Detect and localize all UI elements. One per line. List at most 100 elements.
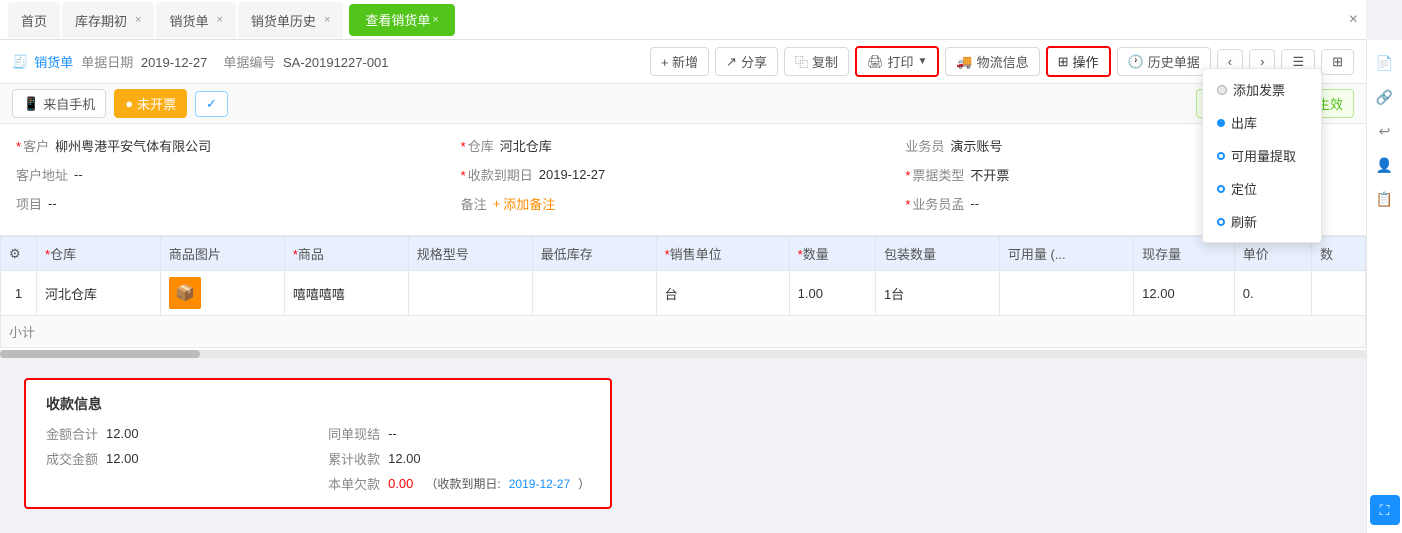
tab-home[interactable]: 首页 [8, 2, 60, 38]
sidebar-icon-3[interactable]: ↩ [1370, 116, 1400, 146]
tab-inventory-close[interactable]: × [135, 14, 141, 26]
doc-title: 🧾 销货单 [12, 52, 73, 71]
ticket-value: 不开票 [970, 165, 1009, 184]
row-spec [408, 271, 532, 316]
total-amount-row: 金额合计 12.00 [46, 424, 308, 443]
doc-meta: 单据日期 2019-12-27 单据编号 SA-20191227-001 [81, 52, 642, 71]
history-button[interactable]: 🕐 历史单据 [1117, 47, 1211, 76]
address-field: 客户地址 -- [16, 165, 461, 184]
warehouse-field: 仓库 河北仓库 [461, 136, 906, 155]
phone-icon: 📱 [23, 96, 39, 112]
new-button[interactable]: + 新增 [650, 47, 709, 76]
tab-sales-close[interactable]: × [216, 14, 222, 26]
not-open-button[interactable]: ● 未开票 [114, 89, 187, 118]
window-close-button[interactable]: × [1349, 11, 1358, 28]
print-dropdown-icon: ▼ [918, 56, 928, 67]
cumulative-payment-label: 累计收款 [328, 449, 380, 468]
row-product: 嘻嘻嘻嘻 [284, 271, 408, 316]
col-available: 可用量 (... [999, 237, 1133, 271]
due-date-label: 收款到期日 [461, 165, 533, 184]
tab-sales-history-close[interactable]: × [324, 14, 330, 26]
deal-amount-row: 成交金额 12.00 [46, 449, 308, 468]
check-done-button[interactable]: ✓ [195, 91, 228, 117]
subtotal-label: 小计 [1, 316, 1366, 348]
sidebar-icon-2[interactable]: 🔗 [1370, 82, 1400, 112]
customer-field: 客户 柳州粤港平安气体有限公司 [16, 136, 461, 155]
table-area: ⚙ *仓库 商品图片 *商品 规格型号 最低库存 *销售单位 *数量 包装数量 … [0, 236, 1366, 358]
tab-view-sales-close[interactable]: × [432, 14, 438, 26]
col-gear[interactable]: ⚙ [1, 237, 37, 271]
col-image: 商品图片 [160, 237, 284, 271]
history-icon: 🕐 [1128, 54, 1144, 70]
row-price: 0. [1234, 271, 1311, 316]
total-amount-label: 金额合计 [46, 424, 98, 443]
col-pkg-qty: 包装数量 [875, 237, 999, 271]
empty-row [46, 474, 308, 493]
logistics-icon: 🚚 [956, 54, 972, 70]
form-row-1: 客户 柳州粤港平安气体有限公司 仓库 河北仓库 业务员 演示账号 [16, 136, 1350, 155]
sidebar-icon-1[interactable]: 📄 [1370, 48, 1400, 78]
outstanding-value: 0.00 [388, 476, 413, 491]
tab-inventory[interactable]: 库存期初 × [62, 2, 154, 38]
dropdown-locate[interactable]: 定位 [1203, 172, 1321, 205]
tab-sales-history[interactable]: 销货单历史 × [238, 2, 343, 38]
dropdown-add-invoice[interactable]: 添加发票 [1203, 73, 1321, 106]
col-warehouse: *仓库 [37, 237, 161, 271]
ticket-icon: ● [125, 96, 133, 111]
print-button[interactable]: 🖨 打印 ▼ [855, 46, 939, 77]
project-field: 项目 -- [16, 194, 461, 213]
form-area: 客户 柳州粤港平安气体有限公司 仓库 河北仓库 业务员 演示账号 客户地址 --… [0, 124, 1366, 236]
operation-icon: ⊞ [1058, 54, 1069, 70]
summary-grid: 金额合计 12.00 同单现结 -- 成交金额 12.00 累计收款 12.00 [46, 424, 590, 493]
row-warehouse: 河北仓库 [37, 271, 161, 316]
total-amount-value: 12.00 [106, 426, 139, 441]
sidebar-icon-4[interactable]: 👤 [1370, 150, 1400, 180]
project-value: -- [48, 196, 57, 211]
summary-title: 收款信息 [46, 394, 590, 414]
staff2-label: 业务员孟 [905, 194, 964, 213]
tab-bar: 首页 库存期初 × 销货单 × 销货单历史 × 查看销货单 × × [0, 0, 1366, 40]
available-qty-icon [1217, 152, 1225, 160]
row-available [999, 271, 1133, 316]
col-qty: *数量 [789, 237, 875, 271]
doc-no-value: SA-20191227-001 [283, 55, 389, 70]
due-date-value: 2019-12-27 [539, 167, 606, 182]
table-row: 1 河北仓库 📦 嘻嘻嘻嘻 台 1.00 1台 12.00 0. [1, 271, 1366, 316]
deal-amount-label: 成交金额 [46, 449, 98, 468]
address-label: 客户地址 [16, 165, 68, 184]
from-phone-button[interactable]: 📱 来自手机 [12, 89, 106, 118]
locate-icon [1217, 185, 1225, 193]
dropdown-outbound[interactable]: 出库 [1203, 106, 1321, 139]
add-note-button[interactable]: + 添加备注 [493, 194, 556, 213]
data-table: ⚙ *仓库 商品图片 *商品 规格型号 最低库存 *销售单位 *数量 包装数量 … [0, 236, 1366, 348]
sidebar-icon-5[interactable]: 📋 [1370, 184, 1400, 214]
dropdown-refresh[interactable]: 刷新 [1203, 205, 1321, 238]
row-stock: 12.00 [1134, 271, 1235, 316]
col-min-stock: 最低库存 [532, 237, 656, 271]
row-image: 📦 [160, 271, 284, 316]
row-unit: 台 [656, 271, 789, 316]
logistics-button[interactable]: 🚚 物流信息 [945, 47, 1039, 76]
copy-button[interactable]: ⿻ 复制 [784, 47, 849, 76]
col-product: *商品 [284, 237, 408, 271]
refresh-icon [1217, 218, 1225, 226]
share-button[interactable]: ↗ 分享 [715, 47, 778, 76]
view-grid-button[interactable]: ⊞ [1321, 49, 1354, 75]
staff2-value: -- [970, 196, 979, 211]
print-icon: 🖨 [867, 54, 884, 70]
operation-button[interactable]: ⊞ 操作 [1046, 46, 1111, 77]
tab-sales[interactable]: 销货单 × [156, 2, 235, 38]
form-row-3: 项目 -- 备注 + 添加备注 业务员孟 -- [16, 194, 1350, 213]
outstanding-note-end: ） [578, 475, 590, 492]
address-value: -- [74, 167, 83, 182]
dropdown-available-qty[interactable]: 可用量提取 [1203, 139, 1321, 172]
deal-amount-value: 12.00 [106, 451, 139, 466]
add-invoice-icon [1217, 85, 1227, 95]
doc-no-label: 单据编号 SA-20191227-001 [223, 52, 388, 71]
sidebar-icon-expand[interactable]: ⛶ [1370, 495, 1400, 525]
col-spec: 规格型号 [408, 237, 532, 271]
share-icon: ↗ [726, 54, 737, 70]
tab-view-sales[interactable]: 查看销货单 × [349, 4, 454, 36]
row-qty: 1.00 [789, 271, 875, 316]
due-date-field: 收款到期日 2019-12-27 [461, 165, 906, 184]
